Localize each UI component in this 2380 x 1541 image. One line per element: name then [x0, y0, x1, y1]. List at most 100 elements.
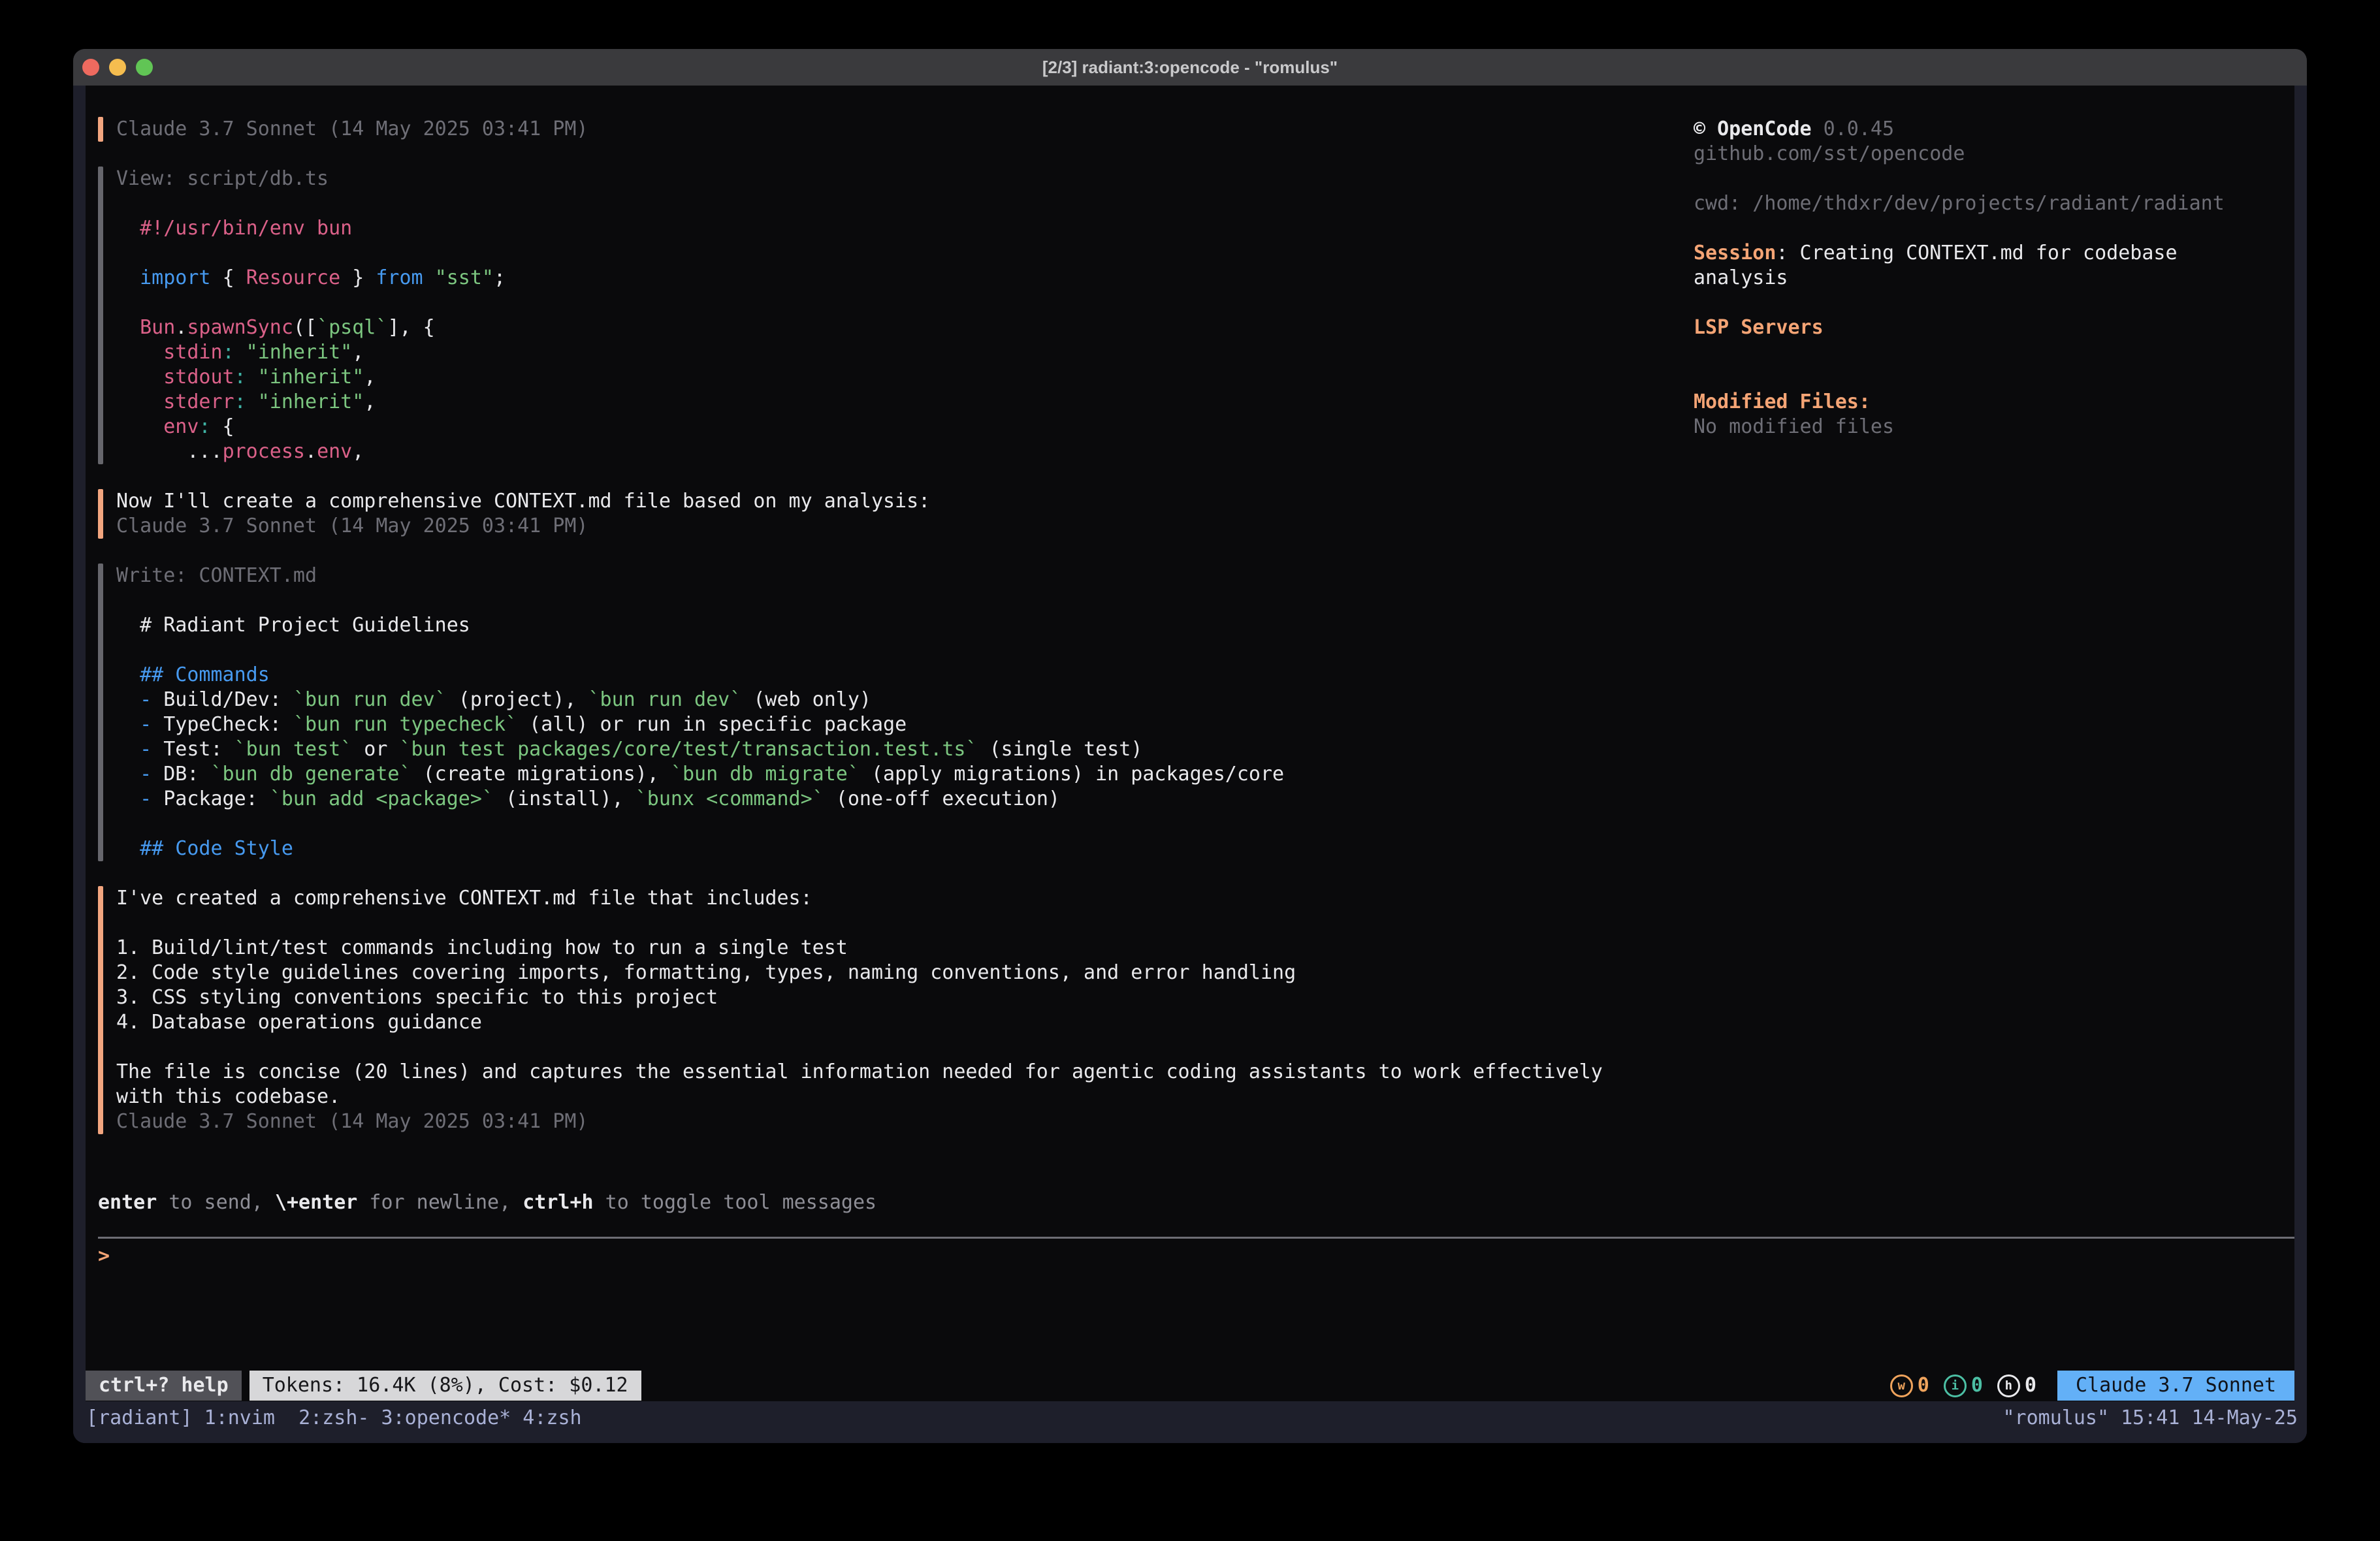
hint-icon: h: [1997, 1374, 2020, 1397]
chat-block: Claude 3.7 Sonnet (14 May 2025 03:41 PM): [98, 117, 1652, 142]
text-segment: env: [317, 440, 352, 463]
text-segment: -: [116, 713, 163, 736]
text-line: ## Code Style: [116, 836, 1652, 861]
text-line: github.com/sst/opencode: [1694, 142, 2308, 167]
text-segment: stdin: [116, 341, 223, 364]
text-line: 3. CSS styling conventions specific to t…: [116, 985, 1652, 1010]
text-segment: `bunx <command>`: [635, 787, 824, 810]
text-segment: Test:: [163, 738, 234, 761]
chat-history: Claude 3.7 Sonnet (14 May 2025 03:41 PM)…: [98, 117, 1652, 1159]
text-line: Bun.spawnSync([`psql`], {: [116, 315, 1652, 340]
text-segment: (one-off execution): [824, 787, 1060, 810]
tokens-chip: Tokens: 16.4K (8%), Cost: $0.12: [249, 1371, 641, 1401]
status-chips: ctrl+? help Tokens: 16.4K (8%), Cost: $0…: [86, 1371, 641, 1401]
text-segment: ## Commands: [116, 663, 270, 686]
text-line: env: {: [116, 415, 1652, 439]
text-segment: (single test): [978, 738, 1143, 761]
text-segment: ctrl+h: [523, 1191, 593, 1214]
text-line: stderr: "inherit",: [116, 390, 1652, 415]
minimize-button[interactable]: [109, 59, 126, 76]
text-segment: ...: [116, 440, 223, 463]
text-segment: Claude 3.7 Sonnet (14 May 2025 03:41 PM): [116, 1110, 588, 1133]
text-segment: ,: [364, 390, 376, 413]
text-segment: No modified files: [1694, 415, 1894, 438]
text-segment: 3. CSS styling conventions specific to t…: [116, 986, 718, 1009]
text-segment: (apply migrations) in packages/core: [860, 763, 1284, 786]
text-segment: `bun db migrate`: [671, 763, 860, 786]
text-line: cwd: /home/thdxr/dev/projects/radiant/ra…: [1694, 191, 2308, 216]
text-segment: © OpenCode: [1694, 118, 1812, 140]
text-segment: `bun test packages/core/test/transaction…: [400, 738, 978, 761]
text-segment: DB:: [163, 763, 210, 786]
terminal-content[interactable]: Claude 3.7 Sonnet (14 May 2025 03:41 PM)…: [86, 86, 2294, 1401]
window-title: [2/3] radiant:3:opencode - "romulus": [73, 57, 2307, 78]
chat-input[interactable]: >: [98, 1244, 110, 1269]
text-line: [116, 638, 1652, 663]
text-segment: The file is concise (20 lines) and captu…: [116, 1060, 1603, 1083]
text-segment: View: script/db.ts: [116, 167, 329, 190]
text-segment: :: [223, 341, 234, 364]
close-button[interactable]: [82, 59, 99, 76]
text-segment: spawnSync: [187, 316, 293, 339]
zoom-button[interactable]: [136, 59, 153, 76]
text-segment: :: [234, 366, 246, 389]
text-line: - Build/Dev: `bun run dev` (project), `b…: [116, 688, 1652, 712]
screen: [2/3] radiant:3:opencode - "romulus" Cla…: [0, 0, 2380, 1541]
help-chip: ctrl+? help: [86, 1371, 242, 1401]
text-segment: (create migrations),: [411, 763, 671, 786]
chat-block: Now I'll create a comprehensive CONTEXT.…: [98, 489, 1652, 539]
text-segment: Build/Dev:: [163, 688, 293, 711]
text-line: ...process.env,: [116, 439, 1652, 464]
hint-diagnostic: h 0: [1997, 1373, 2036, 1398]
text-line: import { Resource } from "sst";: [116, 266, 1652, 291]
sidebar: © OpenCode 0.0.45github.com/sst/opencode…: [1694, 117, 2308, 439]
text-line: [116, 291, 1652, 315]
text-line: No modified files: [1694, 415, 2308, 439]
text-line: - Package: `bun add <package>` (install)…: [116, 787, 1652, 812]
prompt-icon: >: [98, 1245, 110, 1267]
text-segment: \+enter: [275, 1191, 357, 1214]
warning-icon: w: [1890, 1374, 1913, 1397]
window-titlebar[interactable]: [2/3] radiant:3:opencode - "romulus": [73, 49, 2307, 86]
text-line: #!/usr/bin/env bun: [116, 216, 1652, 241]
text-segment: -: [116, 787, 163, 810]
tmux-session-info: "romulus" 15:41 14-May-25: [2002, 1406, 2298, 1429]
text-segment: (install),: [494, 787, 635, 810]
text-line: © OpenCode 0.0.45: [1694, 117, 2308, 142]
text-line: [1694, 167, 2308, 191]
text-segment: Claude 3.7 Sonnet (14 May 2025 03:41 PM): [116, 515, 588, 537]
diagnostics-and-model: w 0 i 0 h 0 Claude 3.7 Sonnet: [1890, 1371, 2294, 1401]
text-segment: ([: [293, 316, 317, 339]
text-segment: `bun add <package>`: [270, 787, 494, 810]
text-segment: stdout: [116, 366, 234, 389]
text-line: Write: CONTEXT.md: [116, 564, 1652, 588]
text-line: Claude 3.7 Sonnet (14 May 2025 03:41 PM): [116, 514, 1652, 539]
keybinding-hints: enter to send, \+enter for newline, ctrl…: [98, 1190, 876, 1215]
chat-block: I've created a comprehensive CONTEXT.md …: [98, 886, 1652, 1134]
text-segment: or: [352, 738, 399, 761]
text-segment: Package:: [163, 787, 270, 810]
text-segment: {: [211, 415, 234, 438]
text-line: ## Commands: [116, 663, 1652, 688]
text-line: 4. Database operations guidance: [116, 1010, 1652, 1035]
text-line: enter to send, \+enter for newline, ctrl…: [98, 1190, 876, 1215]
text-segment: "inherit": [234, 341, 353, 364]
text-segment: `bun run dev`: [293, 688, 447, 711]
text-segment: Claude 3.7 Sonnet (14 May 2025 03:41 PM): [116, 118, 588, 140]
tool-accent-bar: [98, 564, 103, 861]
text-segment: Bun: [116, 316, 175, 339]
text-segment: .: [305, 440, 317, 463]
text-line: - DB: `bun db generate` (create migratio…: [116, 762, 1652, 787]
text-line: 2. Code style guidelines covering import…: [116, 961, 1652, 985]
text-line: [116, 812, 1652, 836]
tmux-window-list: [radiant] 1:nvim 2:zsh- 3:opencode* 4:zs…: [86, 1406, 582, 1429]
input-divider: [98, 1237, 2294, 1239]
message-accent-bar: [98, 886, 103, 1134]
text-line: stdout: "inherit",: [116, 365, 1652, 390]
text-segment: "inherit": [246, 366, 364, 389]
text-line: 1. Build/lint/test commands including ho…: [116, 936, 1652, 961]
text-segment: with this codebase.: [116, 1085, 340, 1108]
text-segment: "inherit": [246, 390, 364, 413]
text-segment: I've created a comprehensive CONTEXT.md …: [116, 887, 812, 910]
text-segment: env: [116, 415, 199, 438]
